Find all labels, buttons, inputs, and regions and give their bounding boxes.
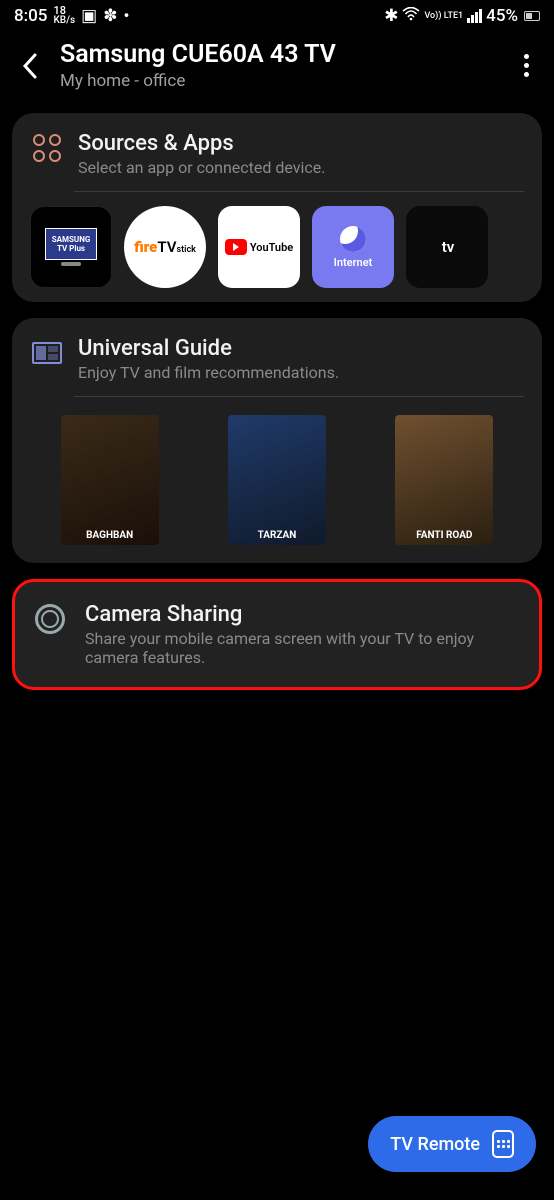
youtube-icon — [225, 239, 247, 255]
camera-title: Camera Sharing — [85, 602, 521, 627]
source-internet[interactable]: Internet — [312, 206, 394, 288]
universal-guide-card: Universal Guide Enjoy TV and film recomm… — [12, 318, 542, 563]
globe-icon — [340, 226, 366, 252]
wifi-icon — [402, 6, 420, 26]
fire-tv-label: fireTVstick — [134, 238, 196, 256]
tv-remote-fab[interactable]: TV Remote — [368, 1116, 536, 1172]
camera-desc: Share your mobile camera screen with you… — [85, 629, 521, 667]
battery-icon — [524, 11, 540, 21]
poster-item[interactable]: BAGHBAN — [61, 415, 159, 545]
tv-remote-label: TV Remote — [390, 1134, 480, 1155]
battery-percent: 45% — [486, 6, 518, 26]
divider — [74, 396, 524, 397]
status-dot-icon: • — [123, 6, 129, 26]
camera-sharing-card[interactable]: Camera Sharing Share your mobile camera … — [12, 579, 542, 690]
status-bar: 8:05 18 KB/s ▣ ✽ • ✱ Vo)) LTE1 45% — [0, 0, 554, 28]
signal-icon — [467, 9, 482, 23]
remote-icon — [492, 1130, 514, 1158]
sources-apps-card: Sources & Apps Select an app or connecte… — [12, 113, 542, 302]
page-subtitle: My home - office — [60, 71, 498, 91]
source-samsung-tv-plus[interactable]: SAMSUNG TV Plus — [30, 206, 112, 288]
guide-icon — [30, 336, 64, 370]
divider — [74, 191, 524, 192]
poster-item[interactable]: TARZAN — [228, 415, 326, 545]
source-apple-tv[interactable]: tv — [406, 206, 488, 288]
status-snowflake-icon: ✽ — [103, 6, 117, 26]
guide-title: Universal Guide — [78, 336, 339, 361]
status-app-icon: ▣ — [81, 6, 97, 26]
sources-desc: Select an app or connected device. — [78, 158, 325, 177]
status-time: 8:05 — [14, 6, 47, 26]
more-options-button[interactable] — [514, 54, 538, 77]
bluetooth-icon: ✱ — [384, 6, 398, 26]
app-header: Samsung CUE60A 43 TV My home - office — [0, 28, 554, 97]
status-net-speed: 18 KB/s — [53, 6, 75, 26]
sources-icon — [30, 131, 64, 165]
guide-desc: Enjoy TV and film recommendations. — [78, 363, 339, 382]
poster-item[interactable]: FANTI ROAD — [395, 415, 493, 545]
volte-indicator: Vo)) LTE1 — [424, 12, 463, 21]
camera-lens-icon — [33, 602, 67, 636]
sources-title: Sources & Apps — [78, 131, 325, 156]
source-youtube[interactable]: YouTube — [218, 206, 300, 288]
back-button[interactable] — [16, 52, 44, 80]
page-title: Samsung CUE60A 43 TV — [60, 40, 498, 69]
source-fire-tv-stick[interactable]: fireTVstick — [124, 206, 206, 288]
